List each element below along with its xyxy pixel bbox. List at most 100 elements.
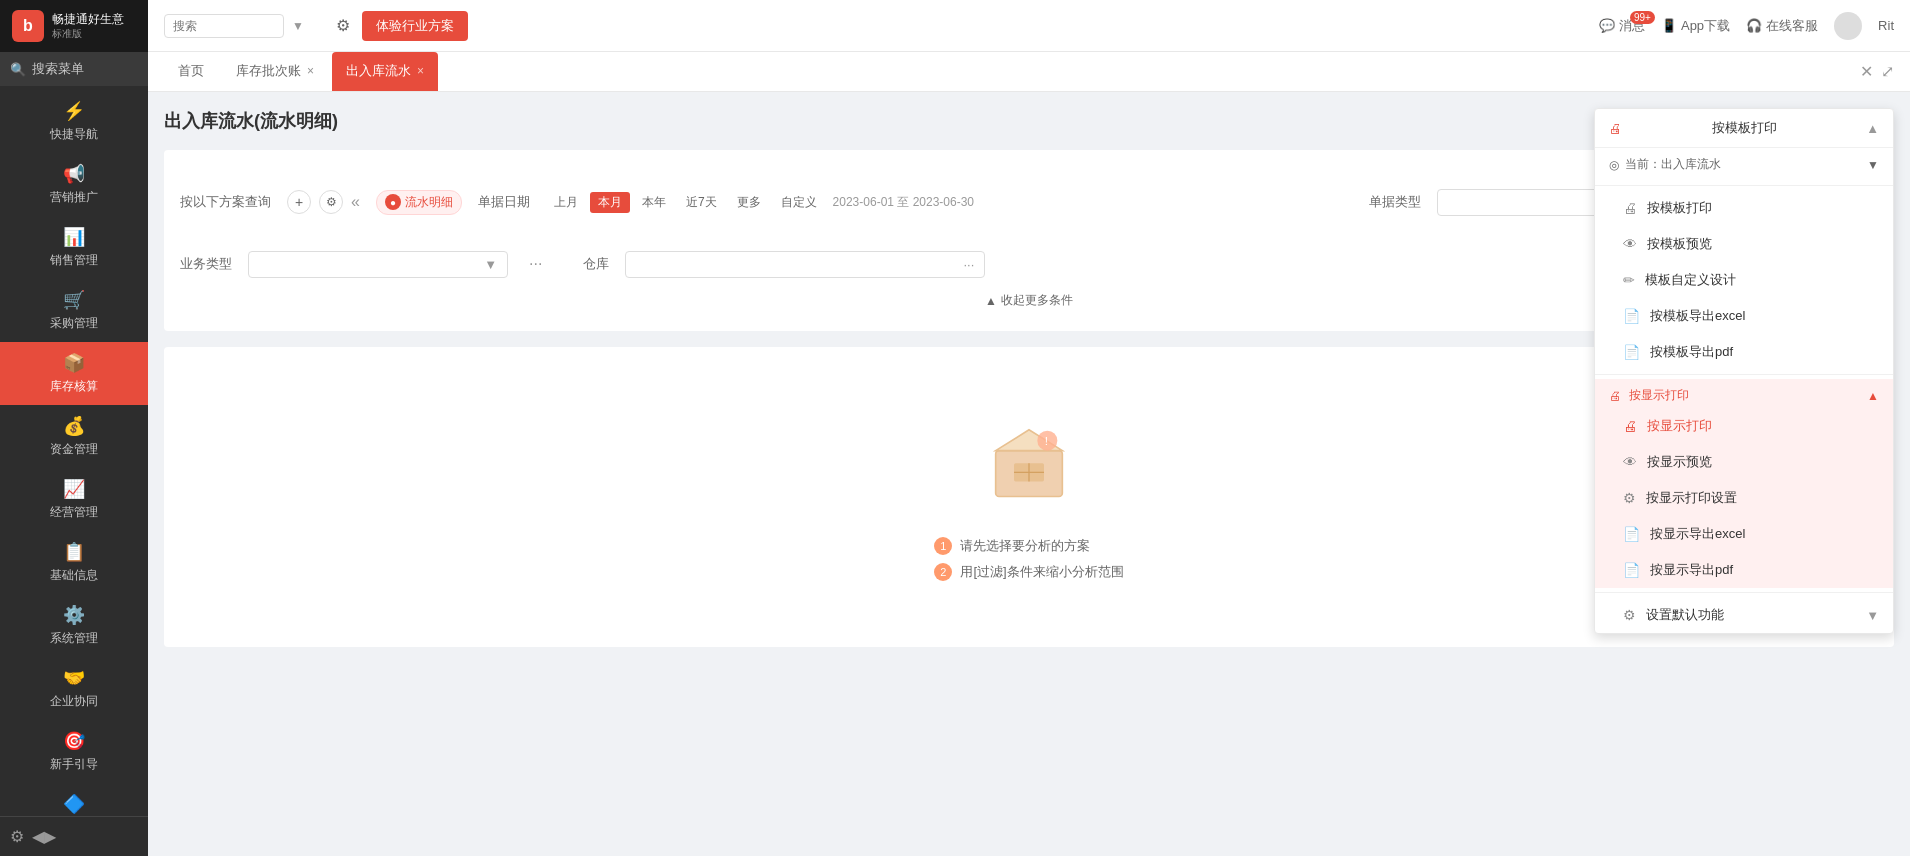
sidebar-collapse-icon[interactable]: ◀▶: [32, 827, 56, 846]
template-excel-label: 按模板导出excel: [1650, 307, 1745, 325]
tab-home[interactable]: 首页: [164, 52, 218, 91]
operation-label: 经营管理: [50, 504, 98, 521]
date-custom[interactable]: 自定义: [773, 192, 825, 213]
message-icon: 💬: [1599, 18, 1615, 33]
empty-icon: !: [979, 409, 1079, 509]
user-avatar[interactable]: [1834, 12, 1862, 40]
date-7days[interactable]: 近7天: [678, 192, 725, 213]
warehouse-select[interactable]: ···: [625, 251, 985, 278]
hint-1: 1 请先选择要分析的方案: [934, 533, 1123, 559]
tab-inventory-flow[interactable]: 出入库流水 ×: [332, 52, 438, 91]
template-customize-label: 模板自定义设计: [1645, 271, 1736, 289]
dropdown-set-default[interactable]: ⚙ 设置默认功能 ▼: [1595, 597, 1893, 633]
tag-icon: ●: [385, 194, 401, 210]
dropdown-display-settings[interactable]: ⚙ 按显示打印设置: [1595, 480, 1893, 516]
sidebar-item-marketing[interactable]: 📢 营销推广: [0, 153, 148, 216]
message-badge: 99+: [1630, 11, 1655, 24]
set-default-icon: ⚙: [1623, 607, 1636, 623]
dropdown-display-print[interactable]: 🖨 按显示打印: [1595, 408, 1893, 444]
corp-icon: 🤝: [63, 667, 85, 689]
set-default-arrow: ▼: [1866, 608, 1879, 623]
trial-btn[interactable]: 体验行业方案: [362, 11, 468, 41]
filter-add-btn[interactable]: +: [287, 190, 311, 214]
warehouse-more: ···: [964, 257, 975, 272]
filter-collapse-btn[interactable]: «: [351, 193, 360, 211]
business-type-select[interactable]: ▼: [248, 251, 508, 278]
corp-label: 企业协同: [50, 693, 98, 710]
print-dropdown-overlay: 🖨 按模板打印 ▲ ◎ 当前：出入库流水 ▼ 🖨 按模板打印 👁 按模板预览 ✏…: [1594, 108, 1894, 634]
sidebar: b 畅捷通好生意 标准版 🔍 搜索菜单 ⚡ 快捷导航 📢 营销推广 📊 销售管理…: [0, 0, 148, 856]
display-pdf-icon: 📄: [1623, 562, 1640, 578]
sidebar-item-guide[interactable]: 🎯 新手引导: [0, 720, 148, 783]
header-dropdown-icon[interactable]: ▼: [292, 19, 304, 33]
sidebar-settings-icon[interactable]: ⚙: [10, 827, 24, 846]
sidebar-item-system[interactable]: ⚙️ 系统管理: [0, 594, 148, 657]
purchase-label: 采购管理: [50, 315, 98, 332]
hint-text-1: 请先选择要分析的方案: [960, 533, 1090, 559]
display-excel-icon: 📄: [1623, 526, 1640, 542]
sidebar-item-corp[interactable]: 🤝 企业协同: [0, 657, 148, 720]
dropdown-template-customize[interactable]: ✏ 模板自定义设计: [1595, 262, 1893, 298]
app-download-btn[interactable]: 📱 App下载: [1661, 17, 1730, 35]
guide-icon: 🎯: [63, 730, 85, 752]
sidebar-nav: ⚡ 快捷导航 📢 营销推广 📊 销售管理 🛒 采购管理 📦 库存核算 💰 资金管…: [0, 86, 148, 816]
tab-inventory-flow-label: 出入库流水: [346, 62, 411, 80]
template-preview-label: 按模板预览: [1647, 235, 1712, 253]
dropdown-display-excel[interactable]: 📄 按显示导出excel: [1595, 516, 1893, 552]
date-this-month[interactable]: 本月: [590, 192, 630, 213]
system-icon: ⚙️: [63, 604, 85, 626]
tab-inventory-flow-close[interactable]: ×: [417, 64, 424, 78]
date-this-year[interactable]: 本年: [634, 192, 674, 213]
app-name-text: 畅捷通好生意 标准版: [52, 11, 124, 42]
sidebar-item-quick-nav[interactable]: ⚡ 快捷导航: [0, 90, 148, 153]
set-default-label: 设置默认功能: [1646, 606, 1724, 624]
dropdown-template-pdf[interactable]: 📄 按模板导出pdf: [1595, 334, 1893, 370]
quick-nav-label: 快捷导航: [50, 126, 98, 143]
template-print-label: 按模板打印: [1647, 199, 1712, 217]
sidebar-item-app-center[interactable]: 🔷 应用中心: [0, 783, 148, 816]
dropdown-template-preview[interactable]: 👁 按模板预览: [1595, 226, 1893, 262]
sidebar-item-operation[interactable]: 📈 经营管理: [0, 468, 148, 531]
sidebar-item-inventory[interactable]: 📦 库存核算: [0, 342, 148, 405]
sidebar-item-basic[interactable]: 📋 基础信息: [0, 531, 148, 594]
customer-service-btn[interactable]: 🎧 在线客服: [1746, 17, 1818, 35]
tab-batch-account-close[interactable]: ×: [307, 64, 314, 78]
marketing-icon: 📢: [63, 163, 85, 185]
sidebar-item-sales[interactable]: 📊 销售管理: [0, 216, 148, 279]
hint-num-1: 1: [934, 537, 952, 555]
app-logo-icon: b: [12, 10, 44, 42]
dropdown-template-excel[interactable]: 📄 按模板导出excel: [1595, 298, 1893, 334]
receipt-type-label: 单据类型: [1369, 193, 1421, 211]
app-header: ▼ ⚙ 体验行业方案 💬 消息 99+ 📱 App下载 🎧 在线客服 Rit: [148, 0, 1910, 52]
flow-detail-tag[interactable]: ● 流水明细: [376, 190, 462, 215]
dropdown-display-preview[interactable]: 👁 按显示预览: [1595, 444, 1893, 480]
filter-settings-btn[interactable]: ⚙: [319, 190, 343, 214]
hint-text-2: 用[过滤]条件来缩小分析范围: [960, 559, 1123, 585]
date-more[interactable]: 更多: [729, 192, 769, 213]
operation-icon: 📈: [63, 478, 85, 500]
business-type-label: 业务类型: [180, 255, 232, 273]
business-type-more[interactable]: ···: [524, 250, 547, 278]
tab-batch-account[interactable]: 库存批次账 ×: [222, 52, 328, 91]
svg-text:!: !: [1045, 434, 1048, 447]
tabs-bar: 首页 库存批次账 × 出入库流水 × ✕ ⤢: [148, 52, 1910, 92]
tab-close-all-icon[interactable]: ✕: [1860, 62, 1873, 81]
search-menu-btn[interactable]: 🔍 搜索菜单: [10, 60, 138, 78]
current-icon: ◎: [1609, 158, 1619, 172]
purchase-icon: 🛒: [63, 289, 85, 311]
hint-2: 2 用[过滤]条件来缩小分析范围: [934, 559, 1123, 585]
dropdown-display-pdf[interactable]: 📄 按显示导出pdf: [1595, 552, 1893, 588]
header-search-input[interactable]: [164, 14, 284, 38]
basic-label: 基础信息: [50, 567, 98, 584]
sidebar-item-finance[interactable]: 💰 资金管理: [0, 405, 148, 468]
message-btn[interactable]: 💬 消息 99+: [1599, 17, 1645, 35]
date-last-month[interactable]: 上月: [546, 192, 586, 213]
date-label: 单据日期: [478, 193, 530, 211]
header-settings-icon[interactable]: ⚙: [336, 16, 350, 35]
sidebar-search-area[interactable]: 🔍 搜索菜单: [0, 52, 148, 86]
tab-maximize-icon[interactable]: ⤢: [1881, 62, 1894, 81]
dropdown-template-print[interactable]: 🖨 按模板打印: [1595, 190, 1893, 226]
business-type-chevron: ▼: [484, 257, 497, 272]
dropdown-close-chevron[interactable]: ▲: [1866, 121, 1879, 136]
sidebar-item-purchase[interactable]: 🛒 采购管理: [0, 279, 148, 342]
